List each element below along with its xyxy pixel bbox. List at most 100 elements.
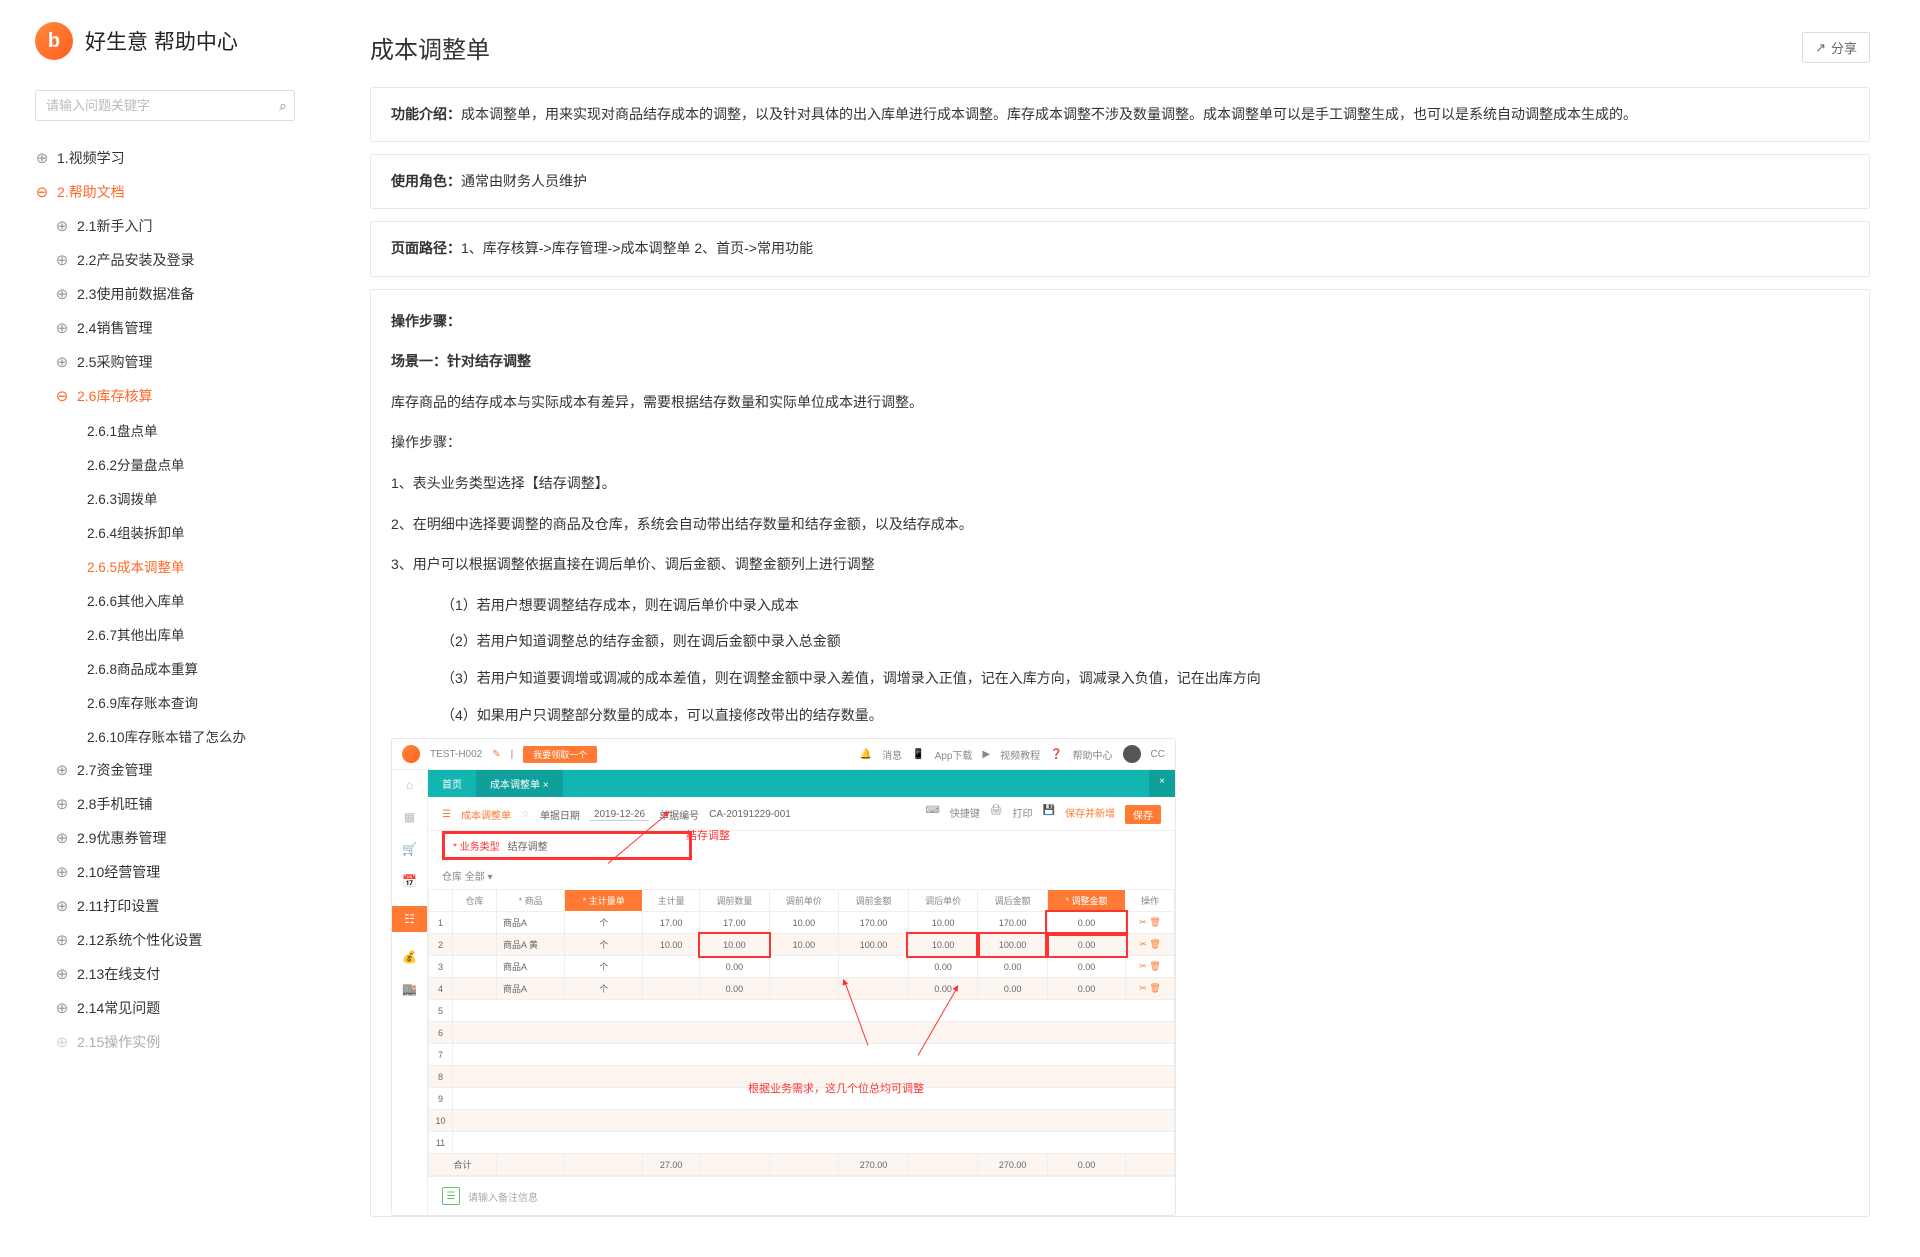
nav-2-3[interactable]: ⊕2.3使用前数据准备 (35, 277, 310, 311)
nav-label: 2.1新手入门 (77, 216, 152, 236)
nav-label: 2.2产品安装及登录 (77, 250, 194, 270)
date-label: 单据日期 (540, 807, 580, 822)
table-row: 1商品A个17.0017.0010.00170.0010.00170.000.0… (429, 912, 1175, 934)
r1: 快捷键 (950, 805, 980, 824)
nav-label: 2.6.4组装拆卸单 (87, 522, 185, 542)
box-icon: ☷ (392, 906, 427, 932)
nav-2-6-6[interactable]: 2.6.6其他入库单 (35, 583, 310, 617)
th-wh: 仓库 (453, 890, 497, 912)
th-aamt: 调后金额 (978, 890, 1048, 912)
nav-2-10[interactable]: ⊕2.10经营管理 (35, 855, 310, 889)
nav-label: 1.视频学习 (57, 148, 125, 168)
inner-logo-icon (402, 745, 420, 763)
r4: 保存并新增 (1065, 805, 1115, 824)
nav-label: 2.10经营管理 (77, 862, 160, 882)
nav-2-13[interactable]: ⊕2.13在线支付 (35, 957, 310, 991)
scene1-title: 场景一：针对结存调整 (391, 348, 1849, 375)
inner-app: App下载 (935, 747, 973, 762)
nav-label: 2.6.7其他出库单 (87, 624, 185, 644)
search-input[interactable] (35, 90, 295, 121)
phone-icon: 📱 (912, 749, 924, 760)
plus-icon: ⊕ (35, 151, 49, 165)
steps-title: 操作步骤： (391, 308, 1849, 335)
plus-icon: ⊕ (55, 831, 69, 845)
nav-2-11[interactable]: ⊕2.11打印设置 (35, 889, 310, 923)
nav-label: 2.12系统个性化设置 (77, 930, 202, 950)
nav-2-6-9[interactable]: 2.6.9库存账本查询 (35, 685, 310, 719)
plus-icon: ⊕ (55, 967, 69, 981)
search-icon[interactable]: ⌕ (279, 97, 287, 114)
video-icon: ▶ (982, 749, 990, 760)
steps-label: 操作步骤： (391, 429, 1849, 456)
inner-tabs: 首页 成本调整单 × × (428, 770, 1175, 797)
th-qty: 主计量 (643, 890, 700, 912)
close-all-icon: × (1149, 770, 1175, 797)
nav-2-15[interactable]: ⊕ 2.15操作实例 (35, 1025, 310, 1059)
nav-2-8[interactable]: ⊕2.8手机旺铺 (35, 787, 310, 821)
biz-type-box: * 业务类型 结存调整 (442, 831, 692, 860)
steps-box: 操作步骤： 场景一：针对结存调整 库存商品的结存成本与实际成本有差异，需要根据结… (370, 289, 1870, 1218)
share-button[interactable]: ↗分享 (1802, 32, 1870, 63)
scene1-desc: 库存商品的结存成本与实际成本有差异，需要根据结存数量和实际单位成本进行调整。 (391, 389, 1849, 416)
doc-icon: ☰ (442, 809, 451, 820)
step-3: 3、用户可以根据调整依据直接在调后单价、调后金额、调整金额列上进行调整 (391, 551, 1849, 578)
nav-2-6[interactable]: ⊖ 2.6库存核算 (35, 379, 310, 413)
minus-icon: ⊖ (55, 389, 69, 403)
note-text: 请输入备注信息 (468, 1189, 538, 1204)
inner-help: 帮助中心 (1073, 747, 1113, 762)
nav-l1-docs[interactable]: ⊖2.帮助文档 (35, 175, 310, 209)
nav-2-5[interactable]: ⊕2.5采购管理 (35, 345, 310, 379)
plus-icon: ⊕ (55, 287, 69, 301)
inner-tab-active: 成本调整单 × (476, 770, 563, 797)
plus-icon: ⊕ (55, 1035, 69, 1049)
role-label: 使用角色： (391, 173, 461, 189)
sum-adj: 0.00 (1047, 1154, 1125, 1176)
plus-icon: ⊕ (55, 933, 69, 947)
nav-2-4[interactable]: ⊕2.4销售管理 (35, 311, 310, 345)
inner-table: 仓库 * 商品 * 主计量单 主计量 调前数量 调前单价 调前金额 调后单价 调… (428, 889, 1175, 1176)
nav-2-6-2[interactable]: 2.6.2分量盘点单 (35, 447, 310, 481)
role-box: 使用角色：通常由财务人员维护 (370, 154, 1870, 209)
nav-2-14[interactable]: ⊕2.14常见问题 (35, 991, 310, 1025)
inner-docbar: ☰ 成本调整单 ☆ 单据日期 2019-12-26 单据编号 CA-201912… (428, 797, 1175, 831)
nav-label: 2.6.9库存账本查询 (87, 692, 198, 712)
nav-2-6-7[interactable]: 2.6.7其他出库单 (35, 617, 310, 651)
nav-label: 2.6.5成本调整单 (87, 556, 185, 576)
plus-icon: ⊕ (55, 321, 69, 335)
money-icon: 💰 (402, 950, 417, 964)
inner-sidebar: ⌂ ▦ 🛒 📅 ☷ 💰 🏬 (392, 770, 428, 1215)
th-op: 操作 (1126, 890, 1175, 912)
nav-2-7[interactable]: ⊕2.7资金管理 (35, 753, 310, 787)
nav-2-12[interactable]: ⊕ 2.12系统个性化设置 (35, 923, 310, 957)
sum-pa: 270.00 (839, 1154, 909, 1176)
cart-icon: 🛒 (402, 842, 417, 856)
biz-val: 结存调整 (508, 838, 548, 853)
title-row: 成本调整单 ↗分享 (370, 30, 1870, 65)
nav-2-2[interactable]: ⊕2.2产品安装及登录 (35, 243, 310, 277)
nav-2-6-4[interactable]: 2.6.4组装拆卸单 (35, 515, 310, 549)
nav-2-9[interactable]: ⊕2.9优惠券管理 (35, 821, 310, 855)
nav-2-6-1[interactable]: 2.6.1盘点单 (35, 413, 310, 447)
page-title: 成本调整单 (370, 30, 490, 65)
th-pqty: 调前数量 (700, 890, 770, 912)
step-1: 1、表头业务类型选择【结存调整】。 (391, 470, 1849, 497)
tab-label: 成本调整单 (490, 780, 540, 791)
nav-l1-video[interactable]: ⊕ 1.视频学习 (35, 141, 310, 175)
nav-label: 2.6.2分量盘点单 (87, 454, 185, 474)
nav-2-1[interactable]: ⊕2.1新手入门 (35, 209, 310, 243)
nav-label: 2.15操作实例 (77, 1032, 160, 1052)
nav-2-6-10[interactable]: 2.6.10库存账本错了怎么办 (35, 719, 310, 753)
nav-label: 2.6库存核算 (77, 386, 152, 406)
main-content: 成本调整单 ↗分享 功能介绍：成本调整单，用来实现对商品结存成本的调整，以及针对… (330, 0, 1920, 1257)
brand-row: b 好生意 帮助中心 (35, 22, 310, 60)
nav-2-6-3[interactable]: 2.6.3调拨单 (35, 481, 310, 515)
inner-subbar: 仓库 全部 ▾ (428, 868, 1175, 889)
inner-topcode: TEST-H002 (430, 749, 482, 760)
date-val: 2019-12-26 (590, 809, 649, 821)
biz-label: * 业务类型 (453, 838, 500, 853)
nav-2-6-5[interactable]: 2.6.5成本调整单 (35, 549, 310, 583)
intro-text: 成本调整单，用来实现对商品结存成本的调整，以及针对具体的出入库单进行成本调整。库… (461, 106, 1637, 122)
save-icon: 💾 (1043, 805, 1055, 824)
inner-note: ☰ 请输入备注信息 (428, 1176, 1175, 1215)
nav-2-6-8[interactable]: 2.6.8商品成本重算 (35, 651, 310, 685)
